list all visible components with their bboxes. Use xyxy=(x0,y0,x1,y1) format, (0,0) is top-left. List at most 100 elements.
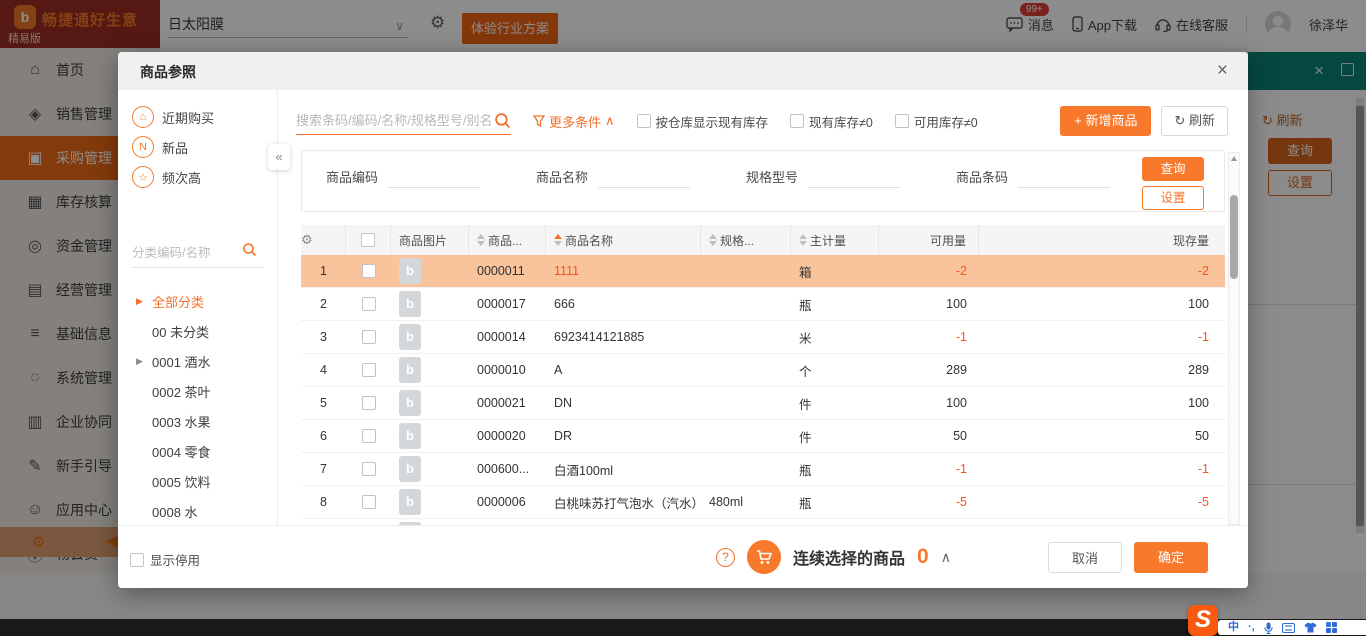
table-row[interactable]: 2 0000017 666 瓶 100 100 xyxy=(301,288,1225,321)
dialog-title: 商品参照 xyxy=(140,64,196,80)
row-checkbox[interactable] xyxy=(361,330,376,344)
tree-item[interactable]: 0002 茶叶 xyxy=(118,376,277,406)
barcode-input[interactable] xyxy=(1018,168,1111,188)
sogou-ime-icon[interactable]: S xyxy=(1188,605,1218,636)
cancel-button[interactable]: 取消 xyxy=(1048,542,1122,573)
keyboard-icon[interactable] xyxy=(1281,622,1295,633)
row-checkbox[interactable] xyxy=(361,462,376,476)
selected-products-label: 连续选择的商品 xyxy=(793,551,906,568)
column-name[interactable]: 商品名称 xyxy=(546,225,701,255)
refresh-button[interactable]: ↻ 刷新 xyxy=(1161,106,1228,136)
microphone-icon[interactable] xyxy=(1263,622,1273,634)
chevron-up-icon: ∧ xyxy=(605,113,615,128)
tree-item[interactable]: 0005 饮料 xyxy=(118,466,277,496)
dialog-header: 商品参照 × xyxy=(118,52,1248,90)
product-thumbnail xyxy=(399,456,421,482)
collapse-panel-button[interactable]: « xyxy=(268,144,290,170)
checkbox-icon xyxy=(636,114,651,128)
more-filters-toggle[interactable]: 更多条件 ∧ xyxy=(533,112,615,131)
checkbox-show-by-warehouse[interactable]: 按仓库显示现有库存 xyxy=(636,112,768,131)
product-thumbnail xyxy=(399,324,421,350)
row-checkbox[interactable] xyxy=(361,429,376,443)
new-icon: N xyxy=(132,136,154,158)
sort-icon xyxy=(709,234,717,246)
quick-filter-new-products[interactable]: N 新品 xyxy=(118,132,277,162)
table-row[interactable]: 8 0000006 白桃味苏打气泡水（汽水） 480ml 瓶 -5 -5 xyxy=(301,486,1225,519)
product-thumbnail xyxy=(399,357,421,383)
table-row[interactable]: 6 0000020 DR 件 50 50 xyxy=(301,420,1225,453)
sort-icon xyxy=(799,234,807,246)
column-config-gear-icon[interactable]: ⚙ xyxy=(301,232,313,248)
checkbox-show-disabled[interactable]: 显示停用 xyxy=(130,550,200,569)
scrollbar-thumb[interactable] xyxy=(1230,195,1238,279)
ime-toolbar: 中 ·, xyxy=(1218,620,1366,635)
checkbox-available-nonzero[interactable]: 可用库存≠0 xyxy=(894,112,978,131)
cart-icon[interactable] xyxy=(747,540,781,574)
tree-item[interactable]: 00 未分类 xyxy=(118,316,277,346)
filter-field-spec-model: 规格型号 xyxy=(746,167,901,188)
search-icon xyxy=(242,243,256,257)
ime-punctuation-toggle[interactable]: ·, xyxy=(1248,620,1255,635)
column-available[interactable]: 可用量 xyxy=(879,225,979,255)
table-row[interactable]: 7 000600... 白酒100ml 瓶 -1 -1 xyxy=(301,453,1225,486)
column-unit[interactable]: 主计量 xyxy=(791,225,879,255)
product-thumbnail xyxy=(399,423,421,449)
tree-item[interactable]: 0004 零食 xyxy=(118,436,277,466)
ime-language-toggle[interactable]: 中 xyxy=(1228,620,1239,635)
quick-filter-recent-purchase[interactable]: ⌂ 近期购买 xyxy=(118,102,277,132)
product-thumbnail xyxy=(399,489,421,515)
product-search-input[interactable] xyxy=(296,113,494,128)
table-row[interactable]: 1 0000011 1111 箱 -2 -2 xyxy=(301,255,1225,288)
product-thumbnail xyxy=(399,258,421,284)
category-tree: ▶ 全部分类 00 未分类 ▶ 0001 酒水 0002 茶叶 0003 水果 00… xyxy=(118,286,277,556)
close-icon[interactable]: × xyxy=(1217,60,1228,82)
search-icon xyxy=(495,113,511,129)
column-code[interactable]: 商品... xyxy=(469,225,546,255)
tree-item-all[interactable]: ▶ 全部分类 xyxy=(118,286,277,316)
select-all-checkbox[interactable] xyxy=(361,233,375,247)
query-button[interactable]: 查询 xyxy=(1142,157,1204,181)
product-table: ⚙ 商品图片 商品... 商品名称 规格... 主计量 可用量 现存量 1 00… xyxy=(301,225,1225,525)
tree-item[interactable]: ▶ 0001 酒水 xyxy=(118,346,277,376)
row-checkbox[interactable] xyxy=(361,264,376,278)
chevron-up-icon[interactable]: ∧ xyxy=(941,549,951,566)
table-scrollbar[interactable] xyxy=(1228,152,1240,525)
product-search[interactable] xyxy=(296,107,511,135)
sort-icon xyxy=(554,234,562,246)
row-checkbox[interactable] xyxy=(361,363,376,377)
table-row[interactable]: 4 0000010 A 个 289 289 xyxy=(301,354,1225,387)
category-search-input[interactable] xyxy=(132,246,238,260)
filter-field-product-code: 商品编码 xyxy=(326,167,481,188)
spec-model-input[interactable] xyxy=(808,168,901,188)
column-spec[interactable]: 规格... xyxy=(701,225,791,255)
sort-icon xyxy=(477,234,485,246)
checkbox-icon xyxy=(894,114,909,128)
table-row[interactable]: 3 0000014 6923414121885 米 -1 -1 xyxy=(301,321,1225,354)
tree-item[interactable]: 0003 水果 xyxy=(118,406,277,436)
confirm-button[interactable]: 确定 xyxy=(1134,542,1208,573)
column-image[interactable]: 商品图片 xyxy=(391,225,469,255)
product-name-input[interactable] xyxy=(598,168,691,188)
row-checkbox[interactable] xyxy=(361,297,376,311)
row-checkbox[interactable] xyxy=(361,495,376,509)
settings-button[interactable]: 设置 xyxy=(1142,186,1204,210)
category-search[interactable] xyxy=(132,242,264,268)
scroll-up-icon[interactable] xyxy=(1231,156,1237,161)
table-header: ⚙ 商品图片 商品... 商品名称 规格... 主计量 可用量 现存量 xyxy=(301,225,1225,255)
dialog-toolbar: 更多条件 ∧ 按仓库显示现有库存 现有库存≠0 可用库存≠0 + 新增商品 ↻ … xyxy=(296,104,1228,138)
help-icon[interactable]: ? xyxy=(716,547,735,567)
skin-shirt-icon[interactable] xyxy=(1304,622,1317,633)
quick-filter-high-frequency[interactable]: ☆ 频次高 xyxy=(118,162,277,192)
checkbox-icon xyxy=(130,552,144,567)
add-product-button[interactable]: + 新增商品 xyxy=(1060,106,1152,136)
filter-field-barcode: 商品条码 xyxy=(956,167,1111,188)
checkbox-icon xyxy=(790,114,805,128)
checkbox-stock-nonzero[interactable]: 现有库存≠0 xyxy=(790,112,873,131)
tree-item[interactable]: 0008 水 xyxy=(118,496,277,526)
column-stock[interactable]: 现存量 xyxy=(979,225,1225,255)
table-row[interactable]: 5 0000021 DN 件 100 100 xyxy=(301,387,1225,420)
filter-panel: 商品编码 商品名称 规格型号 商品条码 查询 设置 xyxy=(301,150,1225,212)
ime-menu-grid-icon[interactable] xyxy=(1325,622,1337,633)
product-code-input[interactable] xyxy=(388,168,481,188)
row-checkbox[interactable] xyxy=(361,396,376,410)
